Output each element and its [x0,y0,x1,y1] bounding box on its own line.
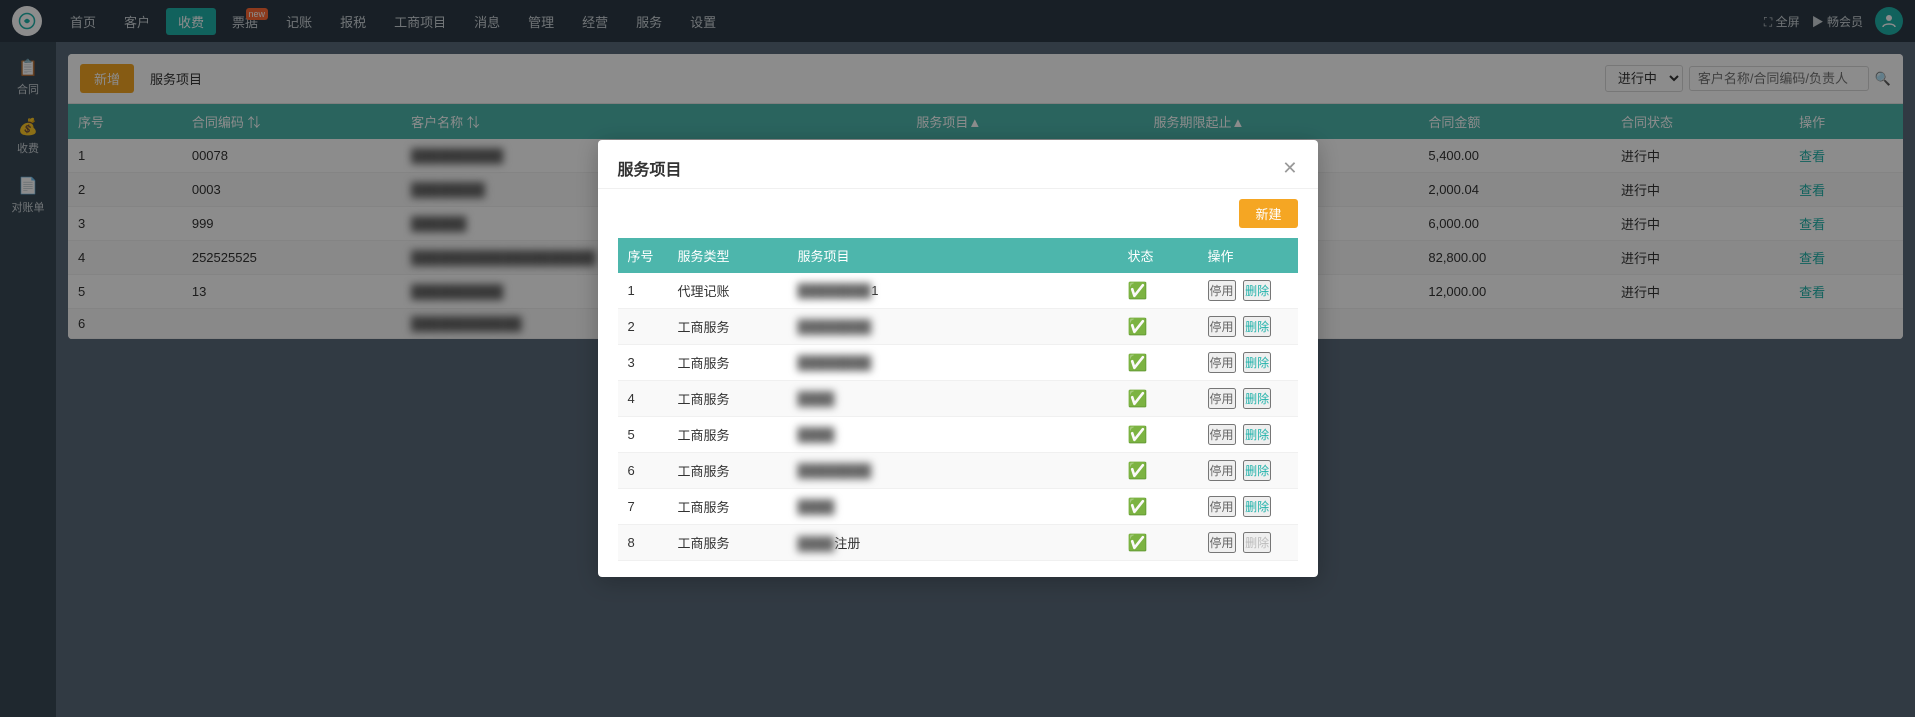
delete-button-4[interactable]: 删除 [1243,388,1271,409]
status-check-icon: ✅ [1128,427,1148,444]
service-items-table: 序号 服务类型 服务项目 状态 操作 1 代理记账 ██████ [618,238,1298,561]
modal-table-row: 2 工商服务 ████████ ✅ 停用 删除 [618,309,1298,345]
status-check-icon: ✅ [1128,535,1148,552]
delete-button-3[interactable]: 删除 [1243,352,1271,373]
delete-button-7[interactable]: 删除 [1243,496,1271,517]
stop-button-5[interactable]: 停用 [1208,424,1236,445]
modal-table-row: 5 工商服务 ████ ✅ 停用 删除 [618,417,1298,453]
modal-table-row: 6 工商服务 ████████ ✅ 停用 删除 [618,453,1298,489]
delete-button-2[interactable]: 删除 [1243,316,1271,337]
delete-button-8[interactable]: 删除 [1243,532,1271,553]
modal-col-seq: 序号 [618,238,668,273]
status-check-icon: ✅ [1128,355,1148,372]
modal-table-row: 8 工商服务 ████注册 ✅ 停用 删除 [618,525,1298,561]
stop-button-2[interactable]: 停用 [1208,316,1236,337]
modal-table-row: 7 工商服务 ████ ✅ 停用 删除 [618,489,1298,525]
modal-col-status: 状态 [1118,238,1198,273]
status-check-icon: ✅ [1128,319,1148,336]
modal-toolbar: 新建 [598,189,1318,238]
status-check-icon: ✅ [1128,283,1148,300]
modal-new-button[interactable]: 新建 [1239,199,1297,228]
modal-table-row: 4 工商服务 ████ ✅ 停用 删除 [618,381,1298,417]
status-check-icon: ✅ [1128,391,1148,408]
stop-button-8[interactable]: 停用 [1208,532,1236,553]
delete-button-5[interactable]: 删除 [1243,424,1271,445]
stop-button-6[interactable]: 停用 [1208,460,1236,481]
service-items-modal: 服务项目 ✕ 新建 序号 服务类型 服务项目 状态 [598,140,1318,577]
delete-button-1[interactable]: 删除 [1243,280,1271,301]
modal-close-button[interactable]: ✕ [1282,158,1297,179]
modal-title: 服务项目 [618,156,682,180]
modal-table-row: 1 代理记账 ████████1 ✅ 停用 删除 [618,273,1298,309]
stop-button-3[interactable]: 停用 [1208,352,1236,373]
main-layout: 📋 合同 💰 收费 📄 对账单 新增 服务项目 进行中 全部 已结束 [0,42,1915,717]
status-check-icon: ✅ [1128,463,1148,480]
modal-header: 服务项目 ✕ [598,140,1318,189]
stop-button-7[interactable]: 停用 [1208,496,1236,517]
modal-col-action: 操作 [1198,238,1298,273]
status-check-icon: ✅ [1128,499,1148,516]
stop-button-1[interactable]: 停用 [1208,280,1236,301]
delete-button-6[interactable]: 删除 [1243,460,1271,481]
modal-col-type: 服务类型 [668,238,788,273]
modal-body: 序号 服务类型 服务项目 状态 操作 1 代理记账 ██████ [598,238,1318,577]
modal-table-row: 3 工商服务 ████████ ✅ 停用 删除 [618,345,1298,381]
modal-overlay[interactable]: 服务项目 ✕ 新建 序号 服务类型 服务项目 状态 [56,42,1915,717]
main-content: 新增 服务项目 进行中 全部 已结束 🔍 序号 合同编码 [56,42,1915,717]
modal-col-item: 服务项目 [788,238,1118,273]
stop-button-4[interactable]: 停用 [1208,388,1236,409]
